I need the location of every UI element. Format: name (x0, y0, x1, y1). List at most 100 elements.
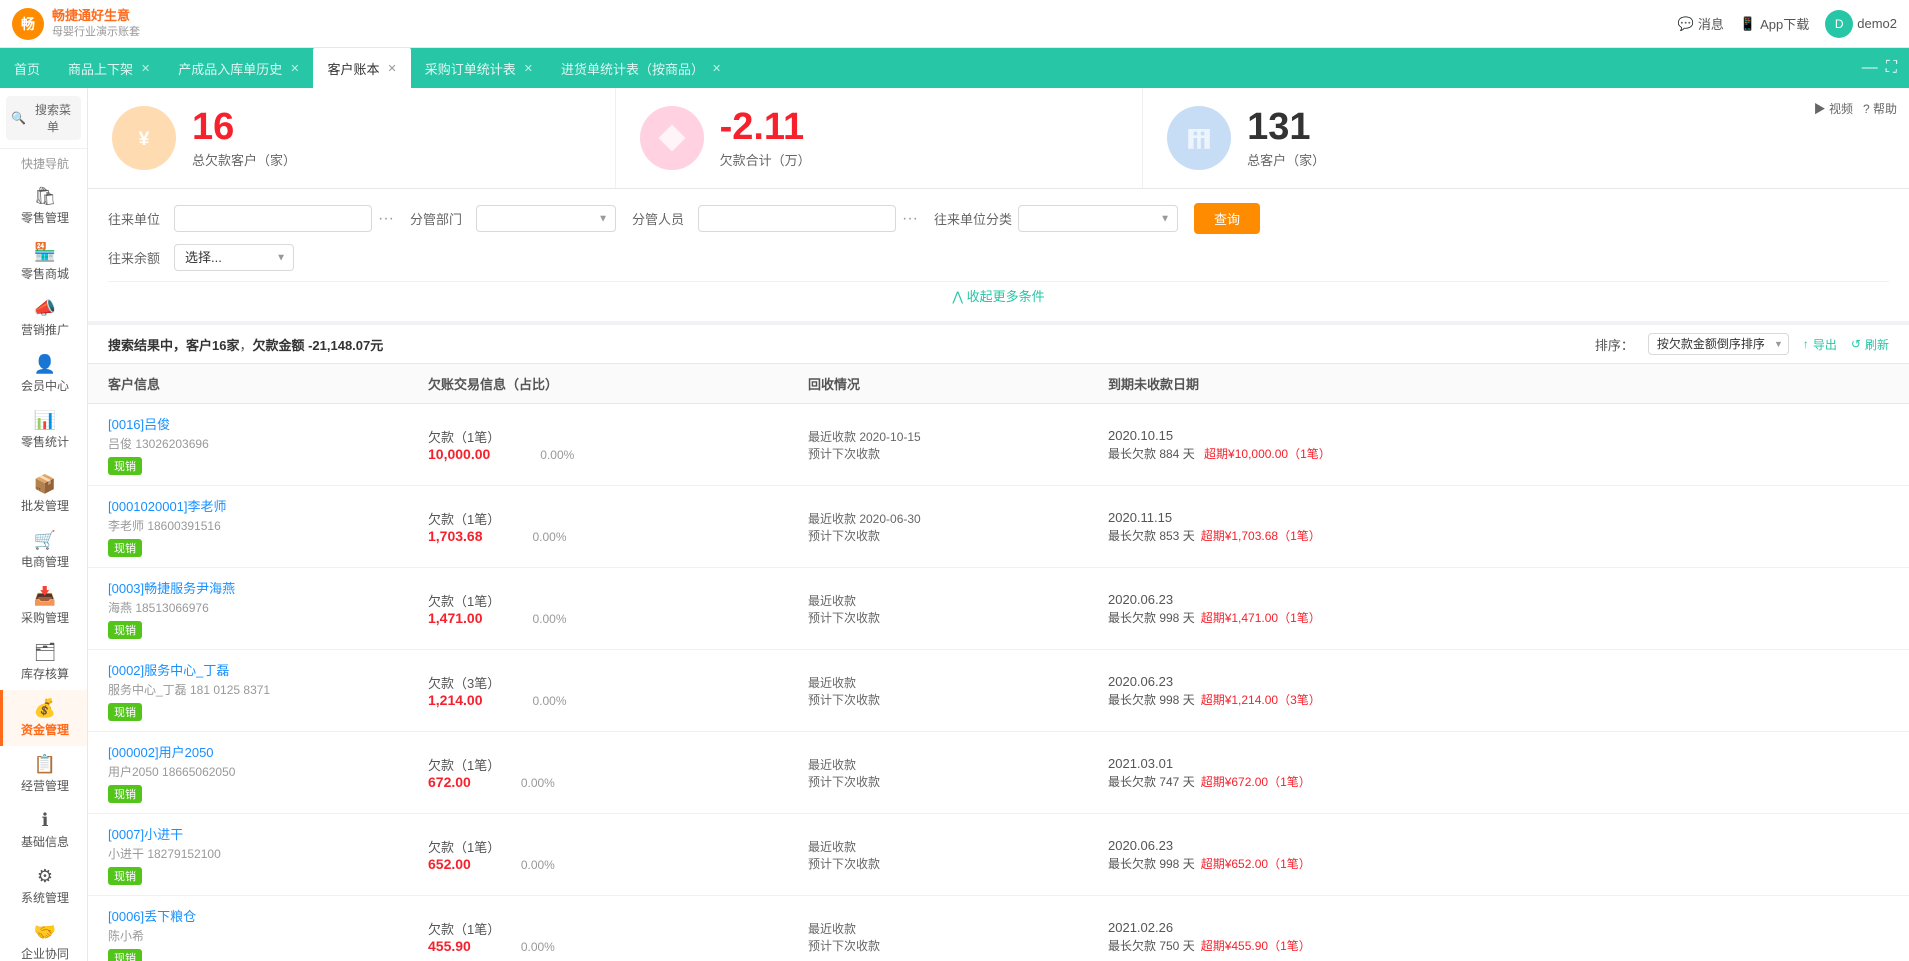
filter-from-unit: 往来单位 ··· (108, 205, 394, 232)
customer-name-1[interactable]: [0016]吕俊 (108, 417, 170, 432)
app-download-icon: 📱 (1740, 16, 1756, 32)
person-input[interactable] (698, 205, 896, 232)
balance-select[interactable]: 选择... (174, 244, 294, 271)
top-bar: 畅 畅捷通好生意 母婴行业演示账套 💬 消息 📱 App下载 D demo2 (0, 0, 1909, 48)
overdue-link-2[interactable]: 超期¥1,703.68（1笔） (1201, 529, 1321, 543)
customer-name-7[interactable]: [0006]丢下粮仓 (108, 909, 196, 924)
customer-sub-3: 海燕 18513066976 (108, 599, 428, 616)
sidebar-item-ecommerce[interactable]: 🛒 电商管理 (0, 522, 87, 578)
table-header: 客户信息 欠账交易信息（占比） 回收情况 到期未收款日期 (88, 364, 1909, 404)
debt-cell-6: 欠款（1笔） 652.00 0.00% (428, 837, 808, 872)
message-icon: 💬 (1678, 16, 1694, 32)
overdue-link-6[interactable]: 超期¥652.00（1笔） (1201, 857, 1311, 871)
video-btn[interactable]: ▶ 视频 (1814, 100, 1853, 117)
overdue-cell-2: 2020.11.15 最长欠款 853 天超期¥1,703.68（1笔） (1108, 510, 1889, 544)
stats-row: ¥ 16 总欠款客户（家） -2.11 欠款合计（万） (88, 88, 1909, 189)
user-profile[interactable]: D demo2 (1825, 10, 1897, 38)
sidebar-item-basic-info[interactable]: ℹ 基础信息 (0, 802, 87, 858)
debt-amount-1: 10,000.00 (428, 446, 490, 462)
tab-product-status[interactable]: 商品上下架 ✕ (54, 48, 164, 88)
subtitle: 母婴行业演示账套 (52, 25, 140, 39)
tab-close-import-stats[interactable]: ✕ (712, 62, 721, 75)
table-row: [0007]小进干 小进干 18279152100 现销 欠款（1笔） 652.… (88, 814, 1909, 896)
overdue-cell-5: 2021.03.01 最长欠款 747 天超期¥672.00（1笔） (1108, 756, 1889, 790)
debt-amount-4: 1,214.00 (428, 692, 483, 708)
search-icon: 🔍 (11, 111, 26, 125)
sidebar-item-retail-stats[interactable]: 📊 零售统计 (0, 402, 87, 458)
sidebar-item-retail-mall[interactable]: 🏪 零售商城 (0, 234, 87, 290)
sidebar-item-business[interactable]: 📋 经营管理 (0, 746, 87, 802)
sidebar-item-purchase[interactable]: 📥 采购管理 (0, 578, 87, 634)
customer-name-6[interactable]: [0007]小进干 (108, 827, 183, 842)
balance-select-wrap: 选择... (174, 244, 294, 271)
sidebar-item-system[interactable]: ⚙ 系统管理 (0, 858, 87, 914)
tab-home[interactable]: 首页 (0, 48, 54, 88)
customer-name-4[interactable]: [0002]服务中心_丁磊 (108, 663, 229, 678)
logo-icon: 畅 (12, 8, 44, 40)
refresh-btn[interactable]: ↺ 刷新 (1851, 336, 1889, 353)
export-btn[interactable]: ↑ 导出 (1803, 336, 1837, 353)
sidebar-item-marketing[interactable]: 📣 营销推广 (0, 290, 87, 346)
message-btn[interactable]: 💬 消息 (1678, 14, 1724, 33)
from-unit-input[interactable] (174, 205, 372, 232)
sidebar-item-enterprise-coop[interactable]: 🤝 企业协同 (0, 914, 87, 961)
filter-collapse-btn[interactable]: ⋀ 收起更多条件 (108, 281, 1889, 313)
help-btn[interactable]: ? 帮助 (1863, 100, 1897, 117)
customer-name-3[interactable]: [0003]畅捷服务尹海燕 (108, 581, 235, 596)
debt-count-3: 欠款（1笔） (428, 591, 808, 610)
export-icon: ↑ (1803, 337, 1809, 351)
recover-cell-3: 最近收款 预计下次收款 (808, 592, 1108, 626)
tab-product-history[interactable]: 产成品入库单历史 ✕ (164, 48, 313, 88)
sort-select-wrap: 按欠款金额倒序排序 (1648, 333, 1789, 355)
overdue-cell-4: 2020.06.23 最长欠款 998 天超期¥1,214.00（3笔） (1108, 674, 1889, 708)
customer-sub-2: 李老师 18600391516 (108, 517, 428, 534)
maximize-icon[interactable]: ⛶ (1886, 59, 1897, 77)
sidebar-item-batch-mgmt[interactable]: 📦 批发管理 (0, 466, 87, 522)
tab-close-customer-account[interactable]: ✕ (388, 62, 397, 75)
due-date-1: 2020.10.15 (1108, 428, 1889, 443)
sidebar-item-capital[interactable]: 💰 资金管理 (0, 690, 87, 746)
app-download-btn[interactable]: 📱 App下载 (1740, 14, 1809, 33)
recover-cell-6: 最近收款 预计下次收款 (808, 838, 1108, 872)
tab-customer-account[interactable]: 客户账本 ✕ (313, 48, 410, 88)
person-dots[interactable]: ··· (902, 210, 918, 228)
sidebar-item-inventory[interactable]: 🗂 库存核算 (0, 634, 87, 690)
sidebar-item-retail-mgmt[interactable]: 🛍 零售管理 (0, 178, 87, 234)
recover-cell-2: 最近收款 2020-06-30 预计下次收款 (808, 510, 1108, 544)
retail-stats-icon: 📊 (9, 410, 81, 431)
tab-close-product-history[interactable]: ✕ (290, 62, 299, 75)
stat-icon-yuan: ¥ (112, 106, 176, 170)
tab-close-purchase-order[interactable]: ✕ (524, 62, 533, 75)
overdue-link-4[interactable]: 超期¥1,214.00（3笔） (1201, 693, 1321, 707)
tag-4: 现销 (108, 703, 142, 721)
overdue-link-5[interactable]: 超期¥672.00（1笔） (1201, 775, 1311, 789)
dept-select[interactable] (476, 205, 616, 232)
debt-amount-label: 欠款合计（万） (720, 150, 811, 169)
overdue-link-7[interactable]: 超期¥455.90（1笔） (1201, 939, 1311, 953)
minimize-icon[interactable]: — (1862, 59, 1878, 77)
debt-amount-2: 1,703.68 (428, 528, 483, 544)
customer-cell-3: [0003]畅捷服务尹海燕 海燕 18513066976 现销 (108, 578, 428, 639)
stat-icon-building (1167, 106, 1231, 170)
sort-select[interactable]: 按欠款金额倒序排序 (1648, 333, 1789, 355)
retail-mgmt-icon: 🛍 (9, 186, 81, 207)
customer-name-5[interactable]: [000002]用户2050 (108, 745, 214, 760)
sidebar-search-btn[interactable]: 🔍 搜索菜单 (6, 96, 81, 140)
tab-close-product-status[interactable]: ✕ (141, 62, 150, 75)
tag-2: 现销 (108, 539, 142, 557)
recover-cell-7: 最近收款 预计下次收款 (808, 920, 1108, 954)
unit-class-select[interactable] (1018, 205, 1178, 232)
overdue-link-1[interactable]: 超期¥10,000.00（1笔） (1204, 447, 1331, 461)
debt-cell-2: 欠款（1笔） 1,703.68 0.00% (428, 509, 808, 544)
tab-import-stats[interactable]: 进货单统计表（按商品） ✕ (547, 48, 735, 88)
ecommerce-icon: 🛒 (9, 530, 81, 551)
stat-info-amount: -2.11 欠款合计（万） (720, 108, 811, 169)
customer-name-2[interactable]: [0001020001]李老师 (108, 499, 227, 514)
tab-bar: 首页 商品上下架 ✕ 产成品入库单历史 ✕ 客户账本 ✕ 采购订单统计表 ✕ 进… (0, 48, 1909, 88)
tab-purchase-order[interactable]: 采购订单统计表 ✕ (411, 48, 547, 88)
overdue-link-3[interactable]: 超期¥1,471.00（1笔） (1201, 611, 1321, 625)
query-btn[interactable]: 查询 (1194, 203, 1260, 234)
from-unit-dots[interactable]: ··· (378, 210, 394, 228)
sidebar-item-member[interactable]: 👤 会员中心 (0, 346, 87, 402)
debt-percent-1: 0.00% (540, 448, 574, 462)
